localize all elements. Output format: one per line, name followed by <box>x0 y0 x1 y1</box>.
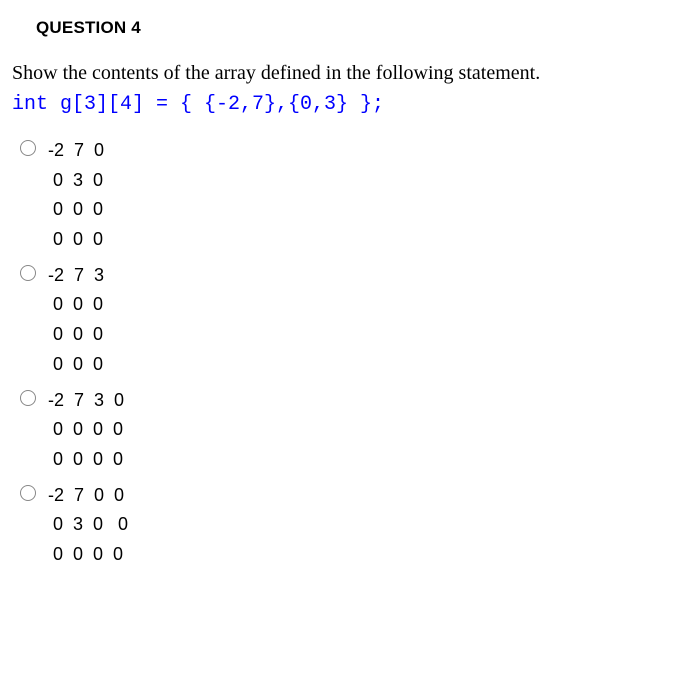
radio-option-2[interactable] <box>20 265 36 281</box>
option-4: -2 7 0 0 0 3 0 0 0 0 0 0 <box>20 481 687 570</box>
code-statement: int g[3][4] = { {-2,7},{0,3} }; <box>12 93 687 116</box>
option-2-content: -2 7 3 0 0 0 0 0 0 0 0 0 <box>48 261 104 380</box>
option-3: -2 7 3 0 0 0 0 0 0 0 0 0 <box>20 386 687 475</box>
options-group: -2 7 0 0 3 0 0 0 0 0 0 0 -2 7 3 0 0 0 0 … <box>20 136 687 570</box>
question-header: QUESTION 4 <box>36 18 687 38</box>
option-2: -2 7 3 0 0 0 0 0 0 0 0 0 <box>20 261 687 380</box>
option-1: -2 7 0 0 3 0 0 0 0 0 0 0 <box>20 136 687 255</box>
radio-option-4[interactable] <box>20 485 36 501</box>
option-1-content: -2 7 0 0 3 0 0 0 0 0 0 0 <box>48 136 104 255</box>
option-4-content: -2 7 0 0 0 3 0 0 0 0 0 0 <box>48 481 128 570</box>
radio-option-3[interactable] <box>20 390 36 406</box>
option-3-content: -2 7 3 0 0 0 0 0 0 0 0 0 <box>48 386 124 475</box>
radio-option-1[interactable] <box>20 140 36 156</box>
question-prompt: Show the contents of the array defined i… <box>12 62 687 85</box>
